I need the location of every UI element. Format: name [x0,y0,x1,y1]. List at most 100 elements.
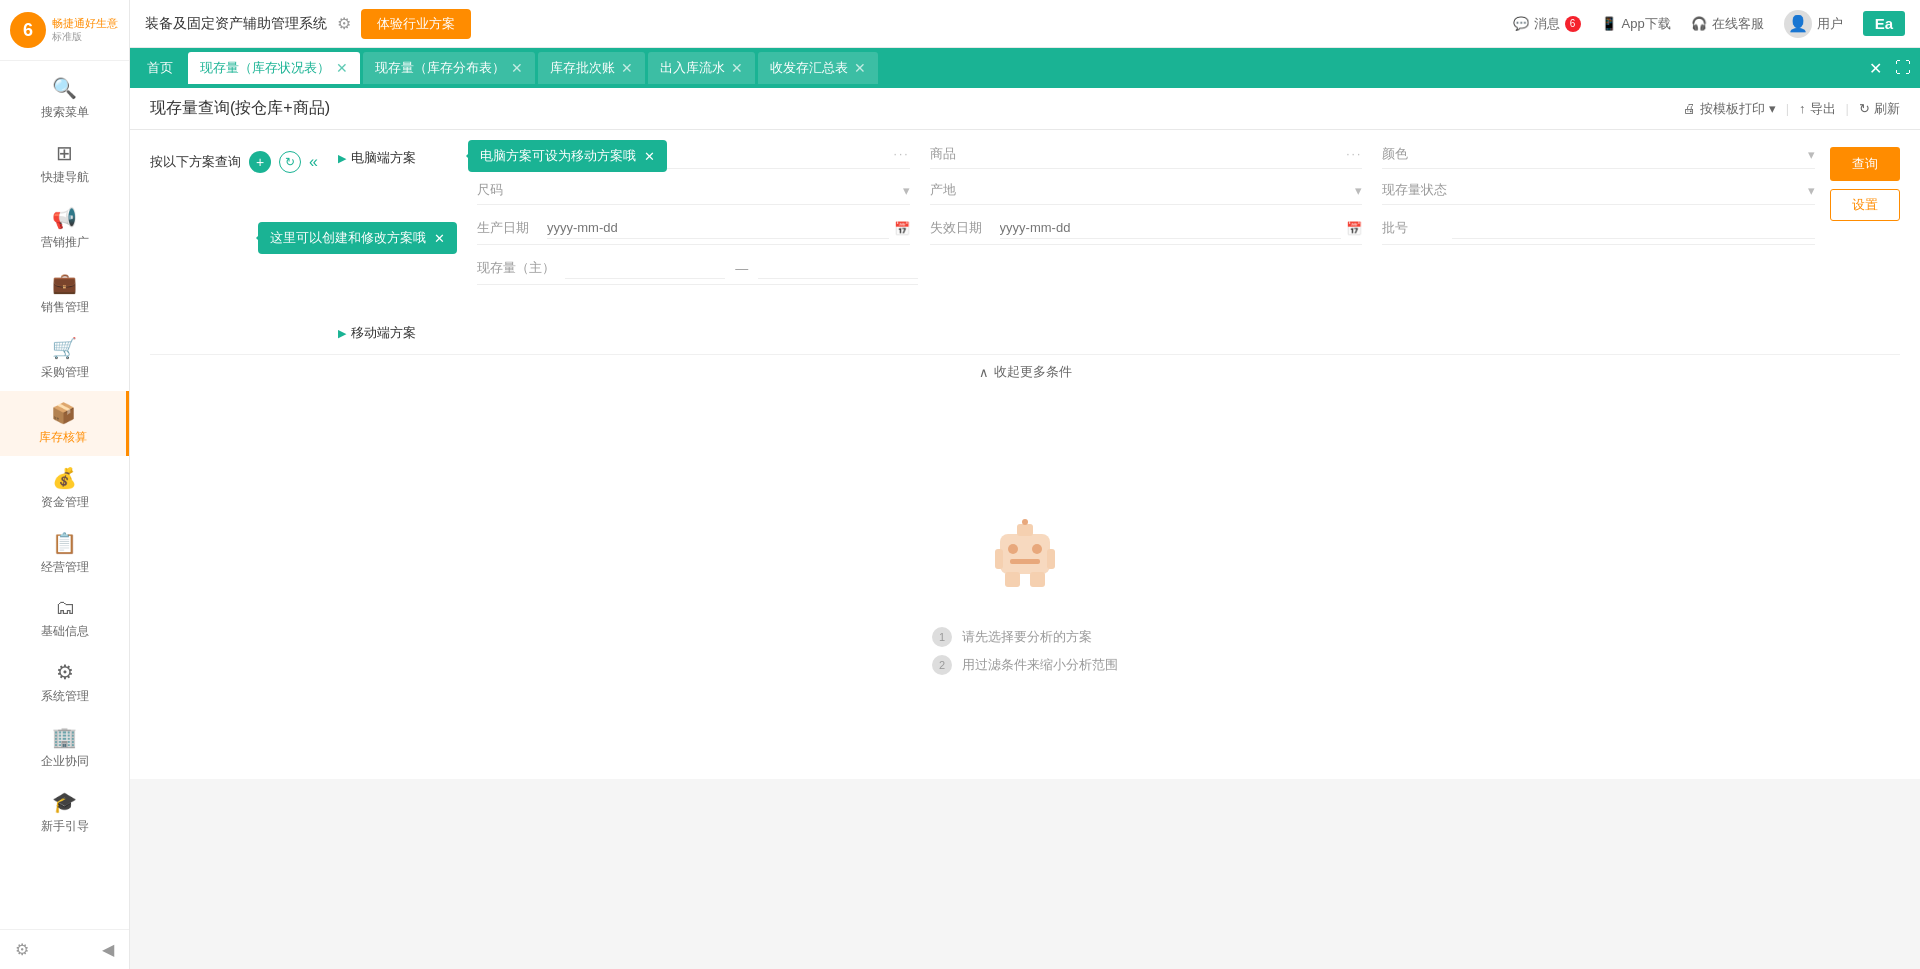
sidebar-bottom: ⚙ ◀ [0,929,129,969]
tab-inventory-distribution[interactable]: 现存量（库存分布表） ✕ [363,52,535,84]
tab-inventory-status[interactable]: 现存量（库存状况表） ✕ [188,52,360,84]
tab-close-all-btn[interactable]: ✕ [1865,55,1886,82]
tab-in-out-flow-label: 出入库流水 [660,59,725,77]
print-dropdown-icon: ▾ [1769,101,1776,116]
empty-step-2: 2 用过滤条件来缩小分析范围 [932,655,1118,675]
tooltip-modify-scheme: 这里可以创建和修改方案哦 ✕ [258,222,457,254]
header-gear-icon[interactable]: ⚙ [337,14,351,33]
filter-field-batch-no: 批号 [1382,217,1815,245]
tab-receive-send-summary[interactable]: 收发存汇总表 ✕ [758,52,878,84]
system-icon: ⚙ [56,660,74,684]
sidebar-menu: 🔍 搜索菜单 ⊞ 快捷导航 📢 营销推广 💼 销售管理 🛒 采购管理 📦 库存核… [0,61,129,929]
refresh-btn[interactable]: ↻ 刷新 [1859,100,1900,118]
size-dropdown-icon[interactable]: ▾ [903,183,910,198]
quick-nav-icon: ⊞ [56,141,73,165]
sidebar-item-label: 快捷导航 [41,169,89,186]
stock-qty-max-input[interactable] [758,257,918,279]
sidebar-item-search-menu[interactable]: 🔍 搜索菜单 [0,66,129,131]
scheme-mobile[interactable]: ▶ 移动端方案 [338,320,457,346]
color-dropdown-icon[interactable]: ▾ [1808,147,1815,162]
trial-btn[interactable]: 体验行业方案 [361,9,471,39]
batch-no-input[interactable] [1452,217,1815,239]
user-btn[interactable]: 👤 用户 [1784,10,1843,38]
produce-date-input[interactable] [547,217,889,239]
empty-step-1: 1 请先选择要分析的方案 [932,627,1118,647]
sidebar-collapse-icon[interactable]: ◀ [102,940,114,959]
search-btn[interactable]: 查询 [1830,147,1900,181]
sidebar-item-sales[interactable]: 💼 销售管理 [0,261,129,326]
sidebar-item-guide[interactable]: 🎓 新手引导 [0,780,129,845]
sidebar-item-operation[interactable]: 📋 经营管理 [0,521,129,586]
collapse-bar[interactable]: ∧ 收起更多条件 [150,354,1900,389]
operation-icon: 📋 [52,531,77,555]
sidebar-item-system[interactable]: ⚙ 系统管理 [0,650,129,715]
empty-state-illustration [975,504,1075,604]
tab-fullscreen-btn[interactable]: ⛶ [1891,55,1915,81]
sales-icon: 💼 [52,271,77,295]
marketing-icon: 📢 [52,206,77,230]
sidebar-settings-icon[interactable]: ⚙ [15,940,29,959]
tab-in-out-flow-close[interactable]: ✕ [731,60,743,76]
app-download-btn[interactable]: 📱 App下载 [1601,15,1671,33]
online-support-btn[interactable]: 🎧 在线客服 [1691,15,1764,33]
filter-field-produce-date: 生产日期 📅 [477,217,910,245]
print-btn[interactable]: 🖨 按模板打印 ▾ [1683,100,1776,118]
expire-date-label: 失效日期 [930,219,995,237]
sidebar-item-marketing[interactable]: 📢 营销推广 [0,196,129,261]
notification-btn[interactable]: 💬 消息 6 [1513,15,1581,33]
filter-field-size: 尺码 ▾ [477,181,910,205]
goods-label: 商品 [930,145,995,163]
user-avatar-icon: 👤 [1784,10,1812,38]
expire-date-calendar-icon[interactable]: 📅 [1346,221,1362,236]
expire-date-input[interactable] [1000,217,1342,239]
filter-add-btn[interactable]: + [249,151,271,173]
tab-inventory-status-close[interactable]: ✕ [336,60,348,76]
tab-batch-account[interactable]: 库存批次账 ✕ [538,52,645,84]
sidebar-item-finance[interactable]: 💰 资金管理 [0,456,129,521]
origin-label: 产地 [930,181,995,199]
finance-icon: 💰 [52,466,77,490]
produce-date-calendar-icon[interactable]: 📅 [894,221,910,236]
svg-point-2 [1032,544,1042,554]
sidebar-item-label: 搜索菜单 [41,104,89,121]
tab-in-out-flow[interactable]: 出入库流水 ✕ [648,52,755,84]
tab-home[interactable]: 首页 [135,52,185,84]
batch-no-label: 批号 [1382,219,1447,237]
filter-cycle-btn[interactable]: ↻ [279,151,301,173]
tooltip-modify-close[interactable]: ✕ [434,231,445,246]
page-title: 现存量查询(按仓库+商品) [150,98,330,119]
sidebar-item-quick-nav[interactable]: ⊞ 快捷导航 [0,131,129,196]
empty-state: 1 请先选择要分析的方案 2 用过滤条件来缩小分析范围 [130,399,1920,779]
svg-rect-8 [1005,572,1020,587]
sidebar: 6 畅捷通好生意 标准版 🔍 搜索菜单 ⊞ 快捷导航 📢 营销推广 💼 销售管理… [0,0,130,969]
filter-arrow-left[interactable]: « [309,153,318,171]
filter-field-origin: 产地 ▾ [930,181,1363,205]
sidebar-logo: 6 畅捷通好生意 标准版 [0,0,129,61]
sidebar-item-inventory[interactable]: 📦 库存核算 [0,391,129,456]
stock-status-dropdown-icon[interactable]: ▾ [1808,183,1815,198]
svg-point-5 [1022,519,1028,525]
logo-text: 畅捷通好生意 [52,16,118,30]
filter-panel: 按以下方案查询 + ↻ « ▶ 电脑端方案 [130,130,1920,399]
goods-dots[interactable]: ··· [1346,147,1362,161]
origin-dropdown-icon[interactable]: ▾ [1355,183,1362,198]
sidebar-item-basic-info[interactable]: 🗂 基础信息 [0,586,129,650]
svg-rect-3 [1010,559,1040,564]
svg-point-1 [1008,544,1018,554]
sidebar-item-purchase[interactable]: 🛒 采购管理 [0,326,129,391]
user-label: 用户 [1817,15,1843,33]
sidebar-item-enterprise[interactable]: 🏢 企业协同 [0,715,129,780]
tab-home-label: 首页 [147,59,173,77]
export-btn[interactable]: ↑ 导出 [1799,100,1836,118]
logo-icon: 6 [10,12,46,48]
step-2-num: 2 [932,655,952,675]
tab-inventory-distribution-close[interactable]: ✕ [511,60,523,76]
reset-btn[interactable]: 设置 [1830,189,1900,221]
filter-header-label: 按以下方案查询 [150,153,241,171]
stock-qty-min-input[interactable] [565,257,725,279]
tab-batch-account-close[interactable]: ✕ [621,60,633,76]
tab-receive-send-summary-close[interactable]: ✕ [854,60,866,76]
scheme-desktop[interactable]: ▶ 电脑端方案 [338,145,457,171]
tooltip-desktop-close[interactable]: ✕ [644,149,655,164]
warehouse-dots[interactable]: ··· [894,147,910,161]
